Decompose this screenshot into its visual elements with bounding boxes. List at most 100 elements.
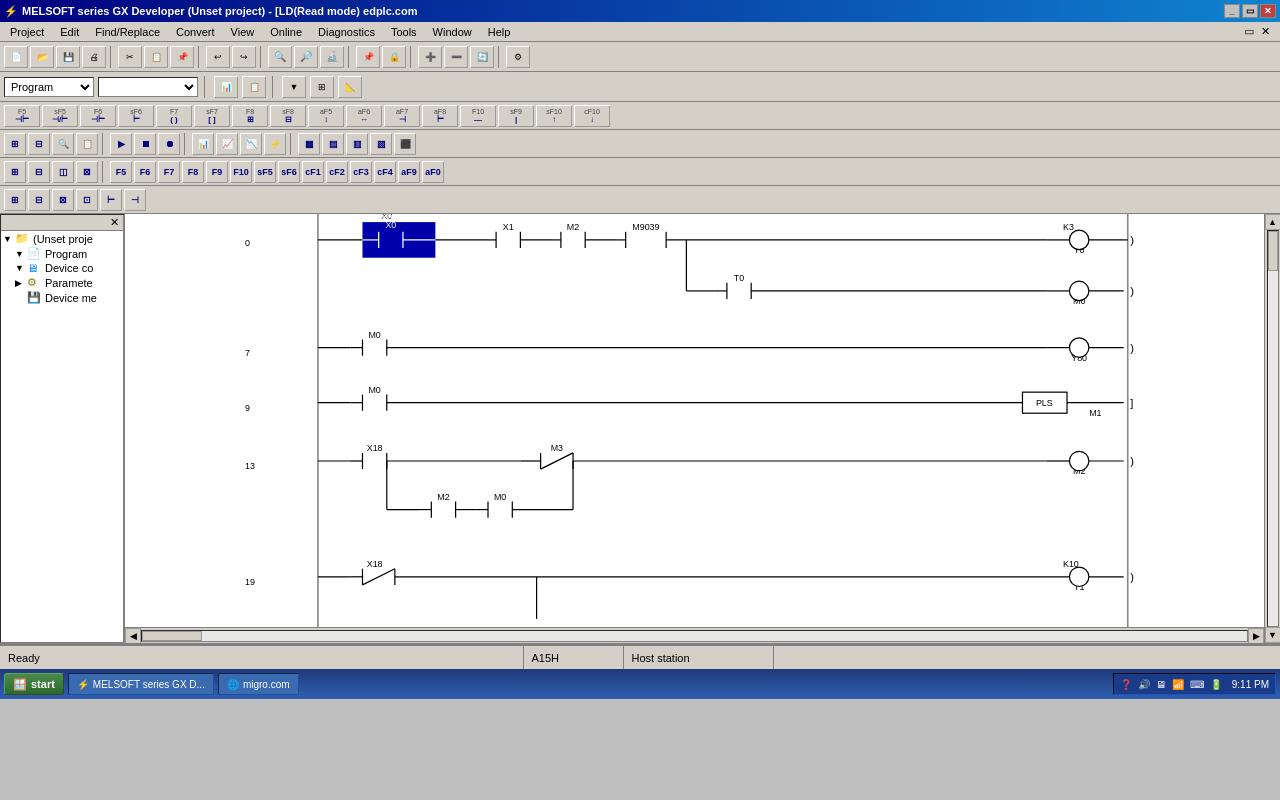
tb-zoom-out[interactable]: ➖ (444, 46, 468, 68)
sidebar-close[interactable]: ✕ (110, 216, 119, 229)
start-button[interactable]: 🪟 start (4, 673, 64, 695)
tray-battery[interactable]: 🔋 (1210, 679, 1222, 690)
fkey4-1[interactable]: ⊞ (4, 189, 26, 211)
tb-settings[interactable]: ⚙ (506, 46, 530, 68)
fkey3-10[interactable]: F10 (230, 161, 252, 183)
tb-reset[interactable]: 🔄 (470, 46, 494, 68)
vscroll-thumb[interactable] (1268, 231, 1278, 271)
menu-find-replace[interactable]: Find/Replace (87, 24, 168, 40)
restore-button[interactable]: ▭ (1242, 4, 1258, 18)
menu-edit[interactable]: Edit (52, 24, 87, 40)
menu-diagnostics[interactable]: Diagnostics (310, 24, 383, 40)
fkey3-2[interactable]: ⊟ (28, 161, 50, 183)
fkey2-5[interactable]: ▶ (110, 133, 132, 155)
tb-prog-4[interactable]: ⊞ (310, 76, 334, 98)
fkey2-14[interactable]: ▥ (346, 133, 368, 155)
fkey-sf9[interactable]: sF9| (498, 105, 534, 127)
fkey3-9[interactable]: F9 (206, 161, 228, 183)
menu-tools[interactable]: Tools (383, 24, 425, 40)
fkey3-5[interactable]: F5 (110, 161, 132, 183)
tb-save[interactable]: 💾 (56, 46, 80, 68)
tb-print[interactable]: 🖨 (82, 46, 106, 68)
tree-parameters[interactable]: ▶ ⚙ Paramete (1, 275, 123, 290)
fkey2-12[interactable]: ▦ (298, 133, 320, 155)
fkey2-15[interactable]: ▧ (370, 133, 392, 155)
tb-cut[interactable]: ✂ (118, 46, 142, 68)
fkey-sf7[interactable]: sF7[ ] (194, 105, 230, 127)
fkey-f7[interactable]: F7( ) (156, 105, 192, 127)
fkey3-17[interactable]: aF9 (398, 161, 420, 183)
tb-new[interactable]: 📄 (4, 46, 28, 68)
tb-prog-5[interactable]: 📐 (338, 76, 362, 98)
fkey-af8[interactable]: aF8⊢ (422, 105, 458, 127)
tb-paste[interactable]: 📌 (170, 46, 194, 68)
fkey3-15[interactable]: cF3 (350, 161, 372, 183)
vertical-scrollbar[interactable]: ▲ ▼ (1264, 214, 1280, 643)
tb-zoom-in[interactable]: ➕ (418, 46, 442, 68)
minimize-button[interactable]: _ (1224, 4, 1240, 18)
menu-convert[interactable]: Convert (168, 24, 223, 40)
fkey4-4[interactable]: ⊡ (76, 189, 98, 211)
fkey3-18[interactable]: aF0 (422, 161, 444, 183)
vscroll-track[interactable] (1267, 230, 1279, 627)
fkey-af6[interactable]: aF6↔ (346, 105, 382, 127)
fkey2-3[interactable]: 🔍 (52, 133, 74, 155)
fkey-sf8[interactable]: sF8⊟ (270, 105, 306, 127)
sub-dropdown[interactable] (98, 77, 198, 97)
fkey3-1[interactable]: ⊞ (4, 161, 26, 183)
submenu-close[interactable]: ✕ (1261, 25, 1270, 37)
tb-copy[interactable]: 📋 (144, 46, 168, 68)
fkey2-9[interactable]: 📈 (216, 133, 238, 155)
fkey-f9[interactable]: aF5↕ (308, 105, 344, 127)
tb-prog-1[interactable]: 📊 (214, 76, 238, 98)
fkey-sf10[interactable]: sF10↑ (536, 105, 572, 127)
tree-program[interactable]: ▼ 📄 Program (1, 246, 123, 261)
tb-undo[interactable]: ↩ (206, 46, 230, 68)
fkey2-16[interactable]: ⬛ (394, 133, 416, 155)
fkey3-11[interactable]: sF5 (254, 161, 276, 183)
fkey-f5[interactable]: F5⊣⊢ (4, 105, 40, 127)
tray-network[interactable]: 📶 (1172, 679, 1184, 690)
fkey2-10[interactable]: 📉 (240, 133, 262, 155)
taskbar-migro[interactable]: 🌐 migro.com (218, 673, 299, 695)
diagram-canvas[interactable]: 0 X0 X0 X0 X1 (125, 214, 1264, 627)
tree-device-comment[interactable]: ▼ 🖥 Device co (1, 261, 123, 275)
menu-help[interactable]: Help (480, 24, 519, 40)
fkey-sf6[interactable]: sF6⊢ (118, 105, 154, 127)
scroll-thumb[interactable] (142, 631, 202, 641)
submenu-restore[interactable]: ▭ (1244, 25, 1254, 37)
tb-find3[interactable]: 🔬 (320, 46, 344, 68)
fkey3-4[interactable]: ⊠ (76, 161, 98, 183)
fkey-cf10[interactable]: cF10↓ (574, 105, 610, 127)
tb-prog-2[interactable]: 📋 (242, 76, 266, 98)
scroll-right-button[interactable]: ▶ (1248, 628, 1264, 644)
fkey4-6[interactable]: ⊣ (124, 189, 146, 211)
tray-speaker[interactable]: 🔊 (1138, 679, 1150, 690)
fkey-f6[interactable]: F6⊣⊢ (80, 105, 116, 127)
fkey2-7[interactable]: ⏺ (158, 133, 180, 155)
fkey-sf5[interactable]: sF5⊣/⊢ (42, 105, 78, 127)
fkey3-3[interactable]: ◫ (52, 161, 74, 183)
tb-prog-3[interactable]: ▼ (282, 76, 306, 98)
fkey2-1[interactable]: ⊞ (4, 133, 26, 155)
scroll-track[interactable] (141, 630, 1248, 642)
menu-window[interactable]: Window (425, 24, 480, 40)
tree-unset-project[interactable]: ▼ 📁 (Unset proje (1, 231, 123, 246)
menu-online[interactable]: Online (262, 24, 310, 40)
fkey3-8[interactable]: F8 (182, 161, 204, 183)
tray-keyboard[interactable]: ⌨ (1190, 679, 1204, 690)
fkey2-13[interactable]: ▤ (322, 133, 344, 155)
fkey4-2[interactable]: ⊟ (28, 189, 50, 211)
tray-monitor[interactable]: 🖥 (1156, 679, 1166, 690)
fkey3-12[interactable]: sF6 (278, 161, 300, 183)
fkey-af7[interactable]: aF7⊣ (384, 105, 420, 127)
fkey-f8[interactable]: F8⊞ (232, 105, 268, 127)
fkey-f10[interactable]: F10― (460, 105, 496, 127)
fkey2-4[interactable]: 📋 (76, 133, 98, 155)
fkey4-5[interactable]: ⊢ (100, 189, 122, 211)
fkey3-13[interactable]: cF1 (302, 161, 324, 183)
horizontal-scrollbar[interactable]: ◀ ▶ (125, 627, 1264, 643)
menu-project[interactable]: Project (2, 24, 52, 40)
menu-view[interactable]: View (223, 24, 263, 40)
fkey3-7[interactable]: F7 (158, 161, 180, 183)
